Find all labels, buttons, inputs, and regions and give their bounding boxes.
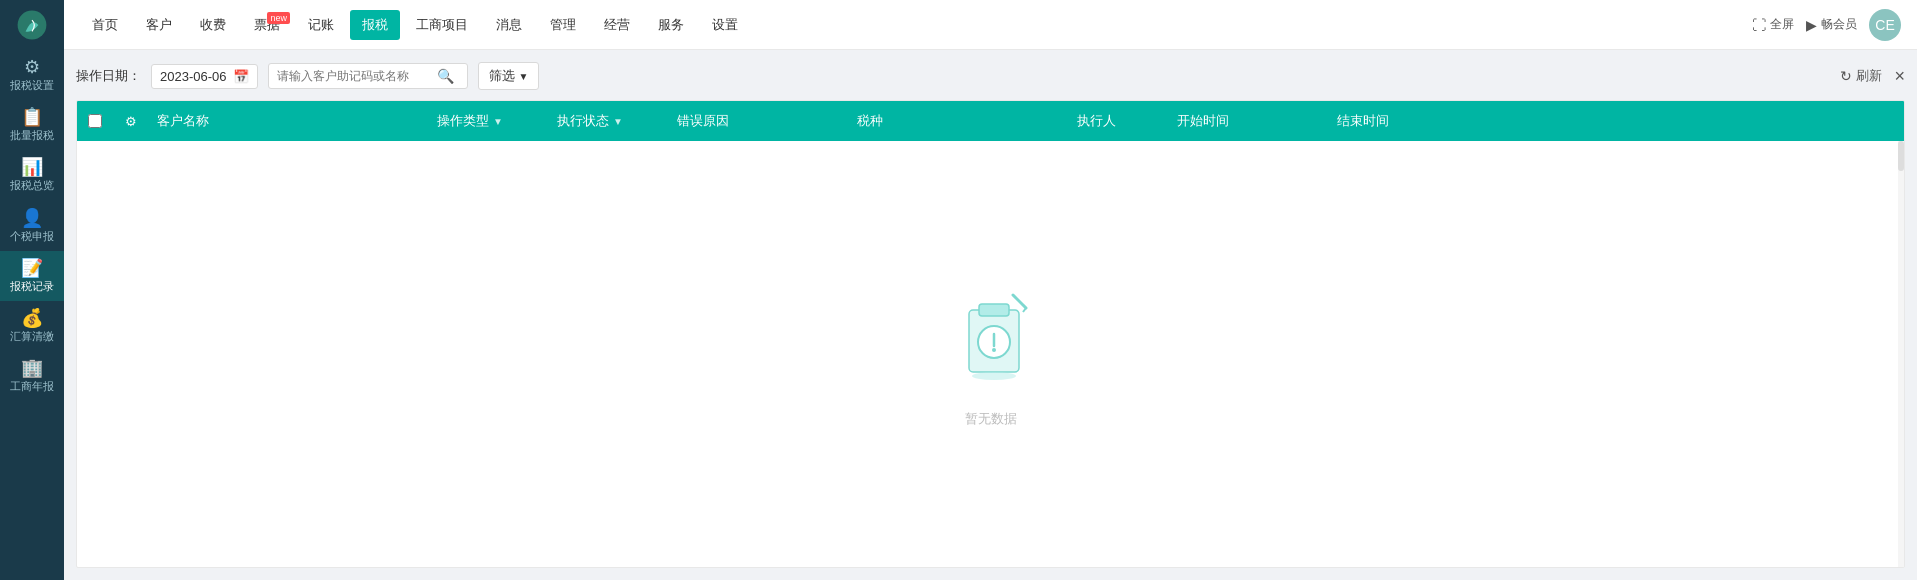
table-header-settings[interactable]: ⚙ — [113, 114, 149, 129]
topnav-right: ⛶ 全屏 ▶ 畅会员 CE — [1752, 9, 1901, 41]
sidebar-item-piliang-baoshui[interactable]: 📋 批量报税 — [0, 100, 64, 150]
annual-report-icon: 🏢 — [21, 359, 43, 377]
table-header-executor: 执行人 — [1069, 112, 1169, 130]
play-icon: ▶ — [1806, 17, 1817, 33]
toolbar-right: ↻ 刷新 × — [1840, 67, 1905, 85]
table-header-exec-status[interactable]: 执行状态 ▼ — [549, 112, 669, 130]
member-label: 畅会员 — [1821, 16, 1857, 33]
table-header-error-reason: 错误原因 — [669, 112, 849, 130]
table-header-tax-type: 税种 — [849, 112, 1069, 130]
fullscreen-button[interactable]: ⛶ 全屏 — [1752, 16, 1794, 33]
sidebar-item-label: 工商年报 — [10, 380, 54, 393]
nav-item-invoices[interactable]: 票据 new — [242, 10, 292, 40]
svg-line-2 — [1023, 308, 1026, 312]
main-area: 首页 客户 收费 票据 new 记账 报税 工商项目 消息 管理 经营 服务 设… — [64, 0, 1917, 580]
refresh-icon: ↻ — [1840, 68, 1852, 84]
settlement-icon: 💰 — [21, 309, 43, 327]
content-area: 操作日期： 2023-06-06 📅 🔍 筛选 ▼ ↻ 刷新 × — [64, 50, 1917, 580]
svg-rect-4 — [979, 304, 1009, 316]
refresh-label: 刷新 — [1856, 67, 1882, 85]
search-box[interactable]: 🔍 — [268, 63, 468, 89]
settings-icon: ⚙ — [24, 58, 40, 76]
table-header-operation-type[interactable]: 操作类型 ▼ — [429, 112, 549, 130]
sidebar-logo — [0, 0, 64, 50]
new-badge: new — [267, 12, 290, 25]
table-header-customer-name: 客户名称 — [149, 112, 429, 130]
sidebar-item-label: 报税总览 — [10, 179, 54, 192]
nav-item-industrial[interactable]: 工商项目 — [404, 10, 480, 40]
avatar[interactable]: CE — [1869, 9, 1901, 41]
sidebar-item-label: 批量报税 — [10, 129, 54, 142]
nav-item-home[interactable]: 首页 — [80, 10, 130, 40]
nav-item-messages[interactable]: 消息 — [484, 10, 534, 40]
sidebar-item-label: 个税申报 — [10, 230, 54, 243]
sort-icon: ▼ — [613, 116, 623, 127]
personal-tax-icon: 👤 — [21, 209, 43, 227]
nav-item-billing[interactable]: 收费 — [188, 10, 238, 40]
nav-item-accounts[interactable]: 记账 — [296, 10, 346, 40]
member-button[interactable]: ▶ 畅会员 — [1806, 16, 1857, 33]
svg-point-8 — [972, 372, 1016, 380]
sidebar-item-label: 报税记录 — [10, 280, 54, 293]
refresh-button[interactable]: ↻ 刷新 — [1840, 67, 1882, 85]
date-label: 操作日期： — [76, 67, 141, 85]
table-header-start-time: 开始时间 — [1169, 112, 1329, 130]
svg-point-7 — [992, 348, 996, 352]
scrollbar-thumb[interactable] — [1898, 141, 1904, 171]
sidebar-item-huisuan-jiaona[interactable]: 💰 汇算清缴 — [0, 301, 64, 351]
table-header: ⚙ 客户名称 操作类型 ▼ 执行状态 ▼ 错误原因 税种 — [77, 101, 1904, 141]
scrollbar-track[interactable] — [1898, 141, 1904, 567]
top-navigation: 首页 客户 收费 票据 new 记账 报税 工商项目 消息 管理 经营 服务 设… — [64, 0, 1917, 50]
filter-button[interactable]: 筛选 ▼ — [478, 62, 540, 90]
nav-item-management[interactable]: 管理 — [538, 10, 588, 40]
sort-icon: ▼ — [493, 116, 503, 127]
overview-icon: 📊 — [21, 158, 43, 176]
toolbar: 操作日期： 2023-06-06 📅 🔍 筛选 ▼ ↻ 刷新 × — [76, 62, 1905, 90]
close-icon: × — [1894, 66, 1905, 86]
date-picker[interactable]: 2023-06-06 📅 — [151, 64, 258, 89]
svg-line-1 — [1013, 295, 1026, 308]
sidebar-item-baoshui-shezhi[interactable]: ⚙ 报税设置 — [0, 50, 64, 100]
empty-text: 暂无数据 — [965, 410, 1017, 428]
date-value: 2023-06-06 — [160, 69, 227, 84]
nav-item-customers[interactable]: 客户 — [134, 10, 184, 40]
avatar-text: CE — [1875, 17, 1894, 33]
select-all-checkbox[interactable] — [88, 114, 102, 128]
sidebar-item-geshui-shenbao[interactable]: 👤 个税申报 — [0, 201, 64, 251]
search-input[interactable] — [277, 69, 437, 83]
nav-item-tax[interactable]: 报税 — [350, 10, 400, 40]
sidebar: ⚙ 报税设置 📋 批量报税 📊 报税总览 👤 个税申报 📝 报税记录 💰 汇算清… — [0, 0, 64, 580]
fullscreen-icon: ⛶ — [1752, 17, 1766, 33]
chevron-down-icon: ▼ — [519, 71, 529, 82]
sidebar-item-label: 报税设置 — [10, 79, 54, 92]
empty-illustration — [941, 280, 1041, 400]
sidebar-item-baoshui-jilu[interactable]: 📝 报税记录 — [0, 251, 64, 301]
fullscreen-label: 全屏 — [1770, 16, 1794, 33]
sidebar-item-label: 汇算清缴 — [10, 330, 54, 343]
settings-col-icon: ⚙ — [125, 114, 137, 129]
table-header-checkbox[interactable] — [77, 114, 113, 128]
sidebar-item-baoshui-zonlan[interactable]: 📊 报税总览 — [0, 150, 64, 200]
nav-item-services[interactable]: 服务 — [646, 10, 696, 40]
table-body: 暂无数据 — [77, 141, 1904, 567]
calendar-icon: 📅 — [233, 69, 249, 84]
batch-tax-icon: 📋 — [21, 108, 43, 126]
sidebar-item-gongshang-nianbao[interactable]: 🏢 工商年报 — [0, 351, 64, 401]
close-button[interactable]: × — [1894, 67, 1905, 85]
nav-item-operations[interactable]: 经营 — [592, 10, 642, 40]
record-icon: 📝 — [21, 259, 43, 277]
data-table: ⚙ 客户名称 操作类型 ▼ 执行状态 ▼ 错误原因 税种 — [76, 100, 1905, 568]
nav-item-settings[interactable]: 设置 — [700, 10, 750, 40]
table-header-end-time: 结束时间 — [1329, 112, 1469, 130]
filter-label: 筛选 — [489, 67, 515, 85]
search-icon: 🔍 — [437, 68, 454, 84]
